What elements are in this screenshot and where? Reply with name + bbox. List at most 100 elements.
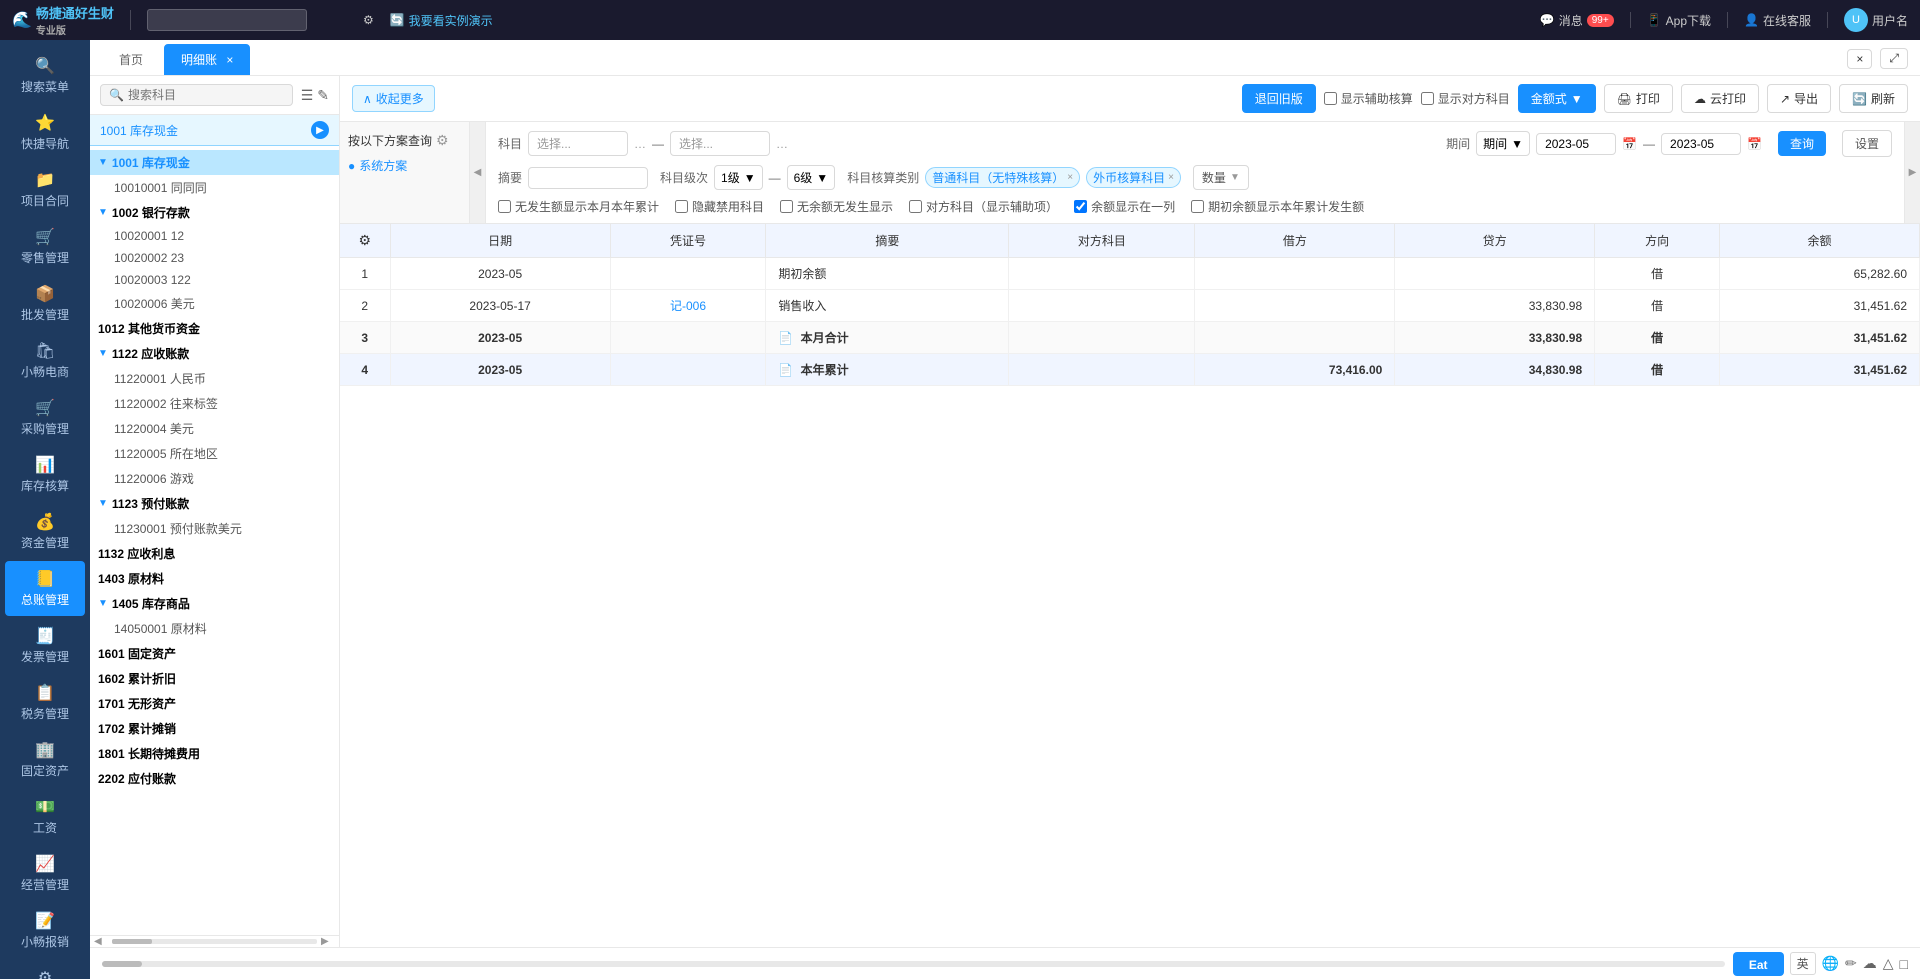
no-balance2-checkbox[interactable] — [780, 200, 793, 213]
query-btn[interactable]: 查询 — [1778, 131, 1826, 156]
globe-icon[interactable]: 🌐 — [1822, 955, 1839, 972]
lang-btn[interactable]: 英 — [1790, 952, 1816, 975]
system-plan-item[interactable]: ● 系统方案 — [348, 157, 461, 174]
tree-item-2202[interactable]: 2202 应付账款 — [90, 766, 339, 791]
tree-item-11220001[interactable]: 11220001 人民币 — [90, 366, 339, 391]
sidebar-item-quick[interactable]: ⭐ 快捷导航 — [5, 105, 85, 160]
sidebar-item-inventory[interactable]: 📊 库存核算 — [5, 447, 85, 502]
tree-item-10020006[interactable]: 10020006 美元 — [90, 291, 339, 316]
table-settings-icon[interactable]: ⚙ — [358, 232, 371, 248]
tree-item-1601[interactable]: 1601 固定资产 — [90, 641, 339, 666]
msg-btn[interactable]: 💬 消息 99+ — [1540, 12, 1614, 29]
filter-plan-settings-icon[interactable]: ⚙ — [436, 132, 449, 149]
sidebar-item-wholesale[interactable]: 📦 批发管理 — [5, 276, 85, 331]
tree-item-10020002[interactable]: 10020002 23 — [90, 247, 339, 269]
search-input[interactable] — [147, 9, 307, 31]
collapse-filter-btn[interactable]: ∧ 收起更多 — [352, 85, 435, 112]
tree-item-14050001[interactable]: 14050001 原材料 — [90, 616, 339, 641]
sidebar-item-project[interactable]: 📁 项目合同 — [5, 162, 85, 217]
sidebar-item-capital[interactable]: 💰 资金管理 — [5, 504, 85, 559]
sidebar-item-purchase[interactable]: 🛒 采购管理 — [5, 390, 85, 445]
hide-disabled-checkbox[interactable] — [675, 200, 688, 213]
gear-btn[interactable]: ⚙ — [363, 13, 374, 27]
check-hide-disabled[interactable]: 隐藏禁用科目 — [675, 198, 764, 215]
account-search-box[interactable]: 🔍 — [100, 84, 293, 106]
sidebar-item-invoice[interactable]: 🧾 发票管理 — [5, 618, 85, 673]
tab-current[interactable]: 明细账 × — [164, 44, 250, 75]
tree-item-11220004[interactable]: 11220004 美元 — [90, 416, 339, 441]
scroll-right-btn[interactable]: ▶ — [321, 936, 335, 947]
check-init-balance[interactable]: 期初余额显示本年累计发生额 — [1191, 198, 1364, 215]
filter-collapse-btn[interactable]: ◀ — [470, 122, 486, 223]
online-service-btn[interactable]: 👤 在线客服 — [1744, 12, 1811, 29]
tree-nav-icon-2[interactable]: ✎ — [317, 87, 329, 104]
format-btn[interactable]: 金额式 ▼ — [1518, 84, 1596, 113]
tree-item-1122[interactable]: ▼ 1122 应收账款 — [90, 341, 339, 366]
show-contra-checkbox[interactable] — [1421, 92, 1434, 105]
show-aux-check[interactable]: 显示辅助核算 — [1324, 90, 1413, 107]
col-settings[interactable]: ⚙ — [340, 224, 390, 258]
tree-item-1002[interactable]: ▼ 1002 银行存款 — [90, 200, 339, 225]
sidebar-item-operation[interactable]: 📈 经营管理 — [5, 846, 85, 901]
sidebar-item-search[interactable]: 🔍 搜索菜单 — [5, 48, 85, 103]
sidebar-item-ledger[interactable]: 📒 总账管理 — [5, 561, 85, 616]
voucher-link-2[interactable]: 记-006 — [670, 299, 706, 313]
print-btn[interactable]: 🖨 打印 — [1604, 84, 1673, 113]
tree-item-1012[interactable]: 1012 其他货币资金 — [90, 316, 339, 341]
app-download-btn[interactable]: 📱 App下载 — [1647, 12, 1711, 29]
cloud-print-btn[interactable]: ☁ 云打印 — [1681, 84, 1759, 113]
init-balance-checkbox[interactable] — [1191, 200, 1204, 213]
tree-item-10020003[interactable]: 10020003 122 — [90, 269, 339, 291]
period-start-input[interactable] — [1536, 133, 1616, 155]
subject-end-select[interactable]: 选择... — [670, 131, 770, 156]
counterpart-checkbox[interactable] — [909, 200, 922, 213]
tab-close-btn[interactable]: × — [226, 53, 233, 67]
check-show-balance[interactable]: 余额显示在一列 — [1074, 198, 1175, 215]
expand-window-btn[interactable]: ⤢ — [1880, 48, 1908, 69]
close-window-btn[interactable]: × — [1847, 49, 1872, 69]
sidebar-item-salary[interactable]: 💵 工资 — [5, 789, 85, 844]
bottom-scrollbar[interactable] — [102, 961, 1725, 967]
period-calendar-icon[interactable]: 📅 — [1622, 137, 1637, 151]
export-btn[interactable]: ↗ 导出 — [1767, 84, 1831, 113]
triangle-icon[interactable]: △ — [1883, 955, 1894, 972]
tree-item-11220005[interactable]: 11220005 所在地区 — [90, 441, 339, 466]
tab-home[interactable]: 首页 — [102, 44, 160, 75]
tree-item-1602[interactable]: 1602 累计折旧 — [90, 666, 339, 691]
tree-item-1001[interactable]: ▼ 1001 库存现金 — [90, 150, 339, 175]
refresh-btn[interactable]: 🔄 刷新 — [1839, 84, 1908, 113]
tree-nav-icon-1[interactable]: ☰ — [301, 87, 314, 104]
back-btn[interactable]: 退回旧版 — [1242, 84, 1316, 113]
show-balance-checkbox[interactable] — [1074, 200, 1087, 213]
square-icon[interactable]: □ — [1900, 956, 1908, 972]
check-no-balance2[interactable]: 无余额无发生显示 — [780, 198, 893, 215]
sidebar-item-base[interactable]: ⚙ 基础信息 — [5, 960, 85, 979]
qty-select[interactable]: 数量 ▼ — [1193, 165, 1249, 190]
filter-settings-btn[interactable]: 设置 — [1842, 130, 1892, 157]
tree-item-1801[interactable]: 1801 长期待摊费用 — [90, 741, 339, 766]
tree-item-11220002[interactable]: 11220002 往来标签 — [90, 391, 339, 416]
show-contra-check[interactable]: 显示对方科目 — [1421, 90, 1510, 107]
sidebar-item-mini[interactable]: 🛍 小畅电商 — [5, 333, 85, 388]
sidebar-item-tax[interactable]: 📋 税务管理 — [5, 675, 85, 730]
check-counterpart[interactable]: 对方科目（显示辅助项） — [909, 198, 1058, 215]
level-end-select[interactable]: 6级 ▼ — [787, 165, 836, 190]
sidebar-item-report[interactable]: 📝 小畅报销 — [5, 903, 85, 958]
period-type-select[interactable]: 期间 ▼ — [1476, 131, 1530, 156]
tree-item-1702[interactable]: 1702 累计摊销 — [90, 716, 339, 741]
scroll-left-btn[interactable]: ◀ — [94, 936, 108, 947]
cloud-icon[interactable]: ☁ — [1863, 955, 1877, 972]
tag-normal-remove[interactable]: × — [1067, 172, 1073, 183]
edit-icon[interactable]: ✏ — [1845, 955, 1857, 972]
tree-item-10010001[interactable]: 10010001 同同同 — [90, 175, 339, 200]
subject-start-select[interactable]: 选择... — [528, 131, 628, 156]
tree-item-11230001[interactable]: 11230001 预付账款美元 — [90, 516, 339, 541]
account-nav-arrow[interactable]: ▶ — [311, 121, 329, 139]
tree-item-10020001[interactable]: 10020001 12 — [90, 225, 339, 247]
check-no-balance[interactable]: 无发生额显示本月本年累计 — [498, 198, 659, 215]
period-end-input[interactable] — [1661, 133, 1741, 155]
level-start-select[interactable]: 1级 ▼ — [714, 165, 763, 190]
account-search-input[interactable] — [128, 88, 284, 102]
top-search[interactable] — [147, 9, 347, 31]
period-calendar-icon-2[interactable]: 📅 — [1747, 137, 1762, 151]
